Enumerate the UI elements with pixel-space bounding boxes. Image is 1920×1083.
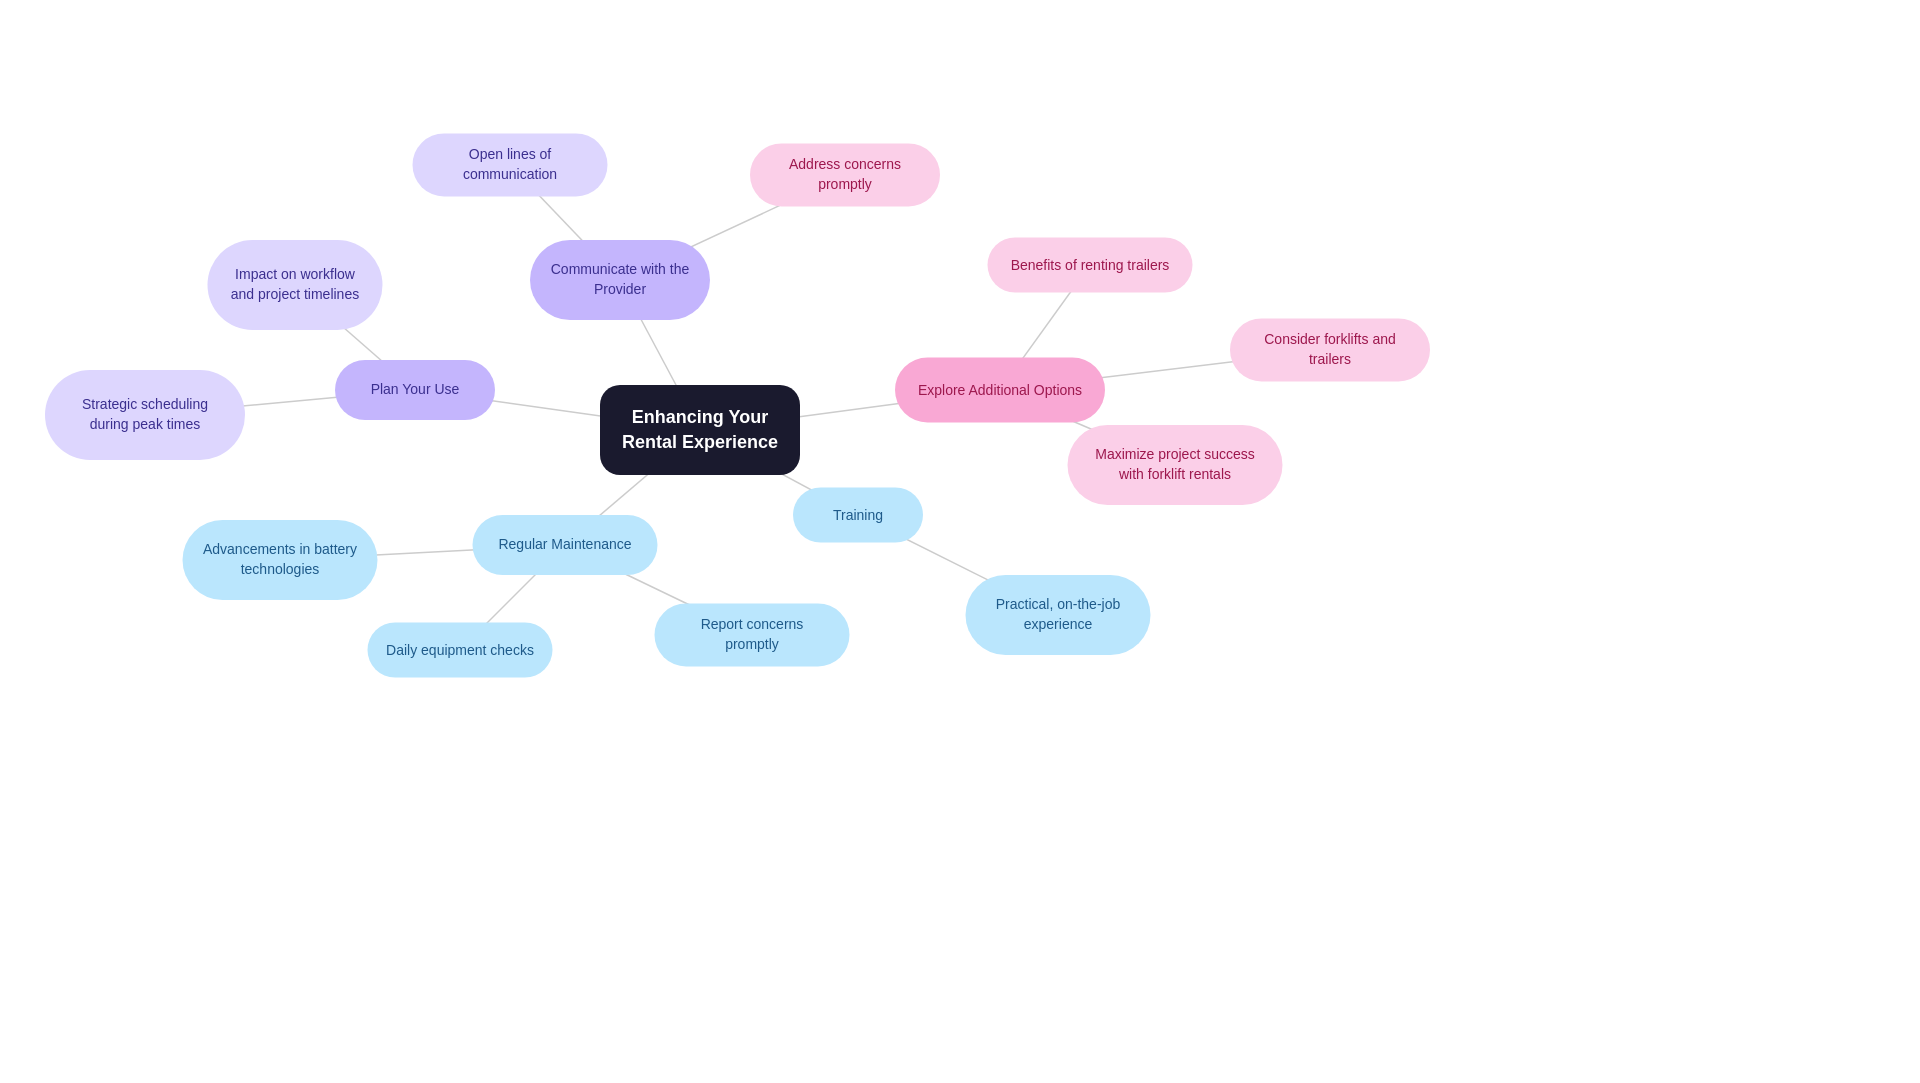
mindmap-container: Enhancing Your Rental Experience Plan You…: [0, 0, 1920, 1083]
node-label-strategic_scheduling: Strategic scheduling during peak times: [63, 395, 227, 434]
node-label-maximize_project: Maximize project success with forklift r…: [1086, 445, 1265, 484]
node-maximize_project[interactable]: Maximize project success with forklift r…: [1068, 425, 1283, 505]
node-daily_equipment[interactable]: Daily equipment checks: [368, 623, 553, 678]
node-advancements_battery[interactable]: Advancements in battery technologies: [183, 520, 378, 600]
node-center[interactable]: Enhancing Your Rental Experience: [600, 385, 800, 475]
node-label-regular_maintenance: Regular Maintenance: [498, 535, 631, 555]
node-label-training: Training: [833, 505, 883, 525]
node-label-open_lines: Open lines of communication: [431, 145, 590, 184]
node-report_concerns[interactable]: Report concerns promptly: [655, 603, 850, 666]
node-address_concerns[interactable]: Address concerns promptly: [750, 143, 940, 206]
node-practical_experience[interactable]: Practical, on-the-job experience: [966, 575, 1151, 655]
node-strategic_scheduling[interactable]: Strategic scheduling during peak times: [45, 370, 245, 460]
node-label-communicate: Communicate with the Provider: [548, 260, 692, 299]
node-label-plan_your_use: Plan Your Use: [371, 380, 460, 400]
node-plan_your_use[interactable]: Plan Your Use: [335, 360, 495, 420]
node-label-daily_equipment: Daily equipment checks: [386, 640, 534, 660]
node-communicate[interactable]: Communicate with the Provider: [530, 240, 710, 320]
node-label-center: Enhancing Your Rental Experience: [618, 405, 782, 455]
node-label-report_concerns: Report concerns promptly: [673, 615, 832, 654]
node-consider_forklifts[interactable]: Consider forklifts and trailers: [1230, 318, 1430, 381]
node-training[interactable]: Training: [793, 488, 923, 543]
node-label-practical_experience: Practical, on-the-job experience: [984, 595, 1133, 634]
node-label-advancements_battery: Advancements in battery technologies: [201, 540, 360, 579]
node-open_lines[interactable]: Open lines of communication: [413, 133, 608, 196]
node-label-address_concerns: Address concerns promptly: [768, 155, 922, 194]
node-label-consider_forklifts: Consider forklifts and trailers: [1248, 330, 1412, 369]
node-label-explore_options: Explore Additional Options: [918, 380, 1082, 400]
node-label-benefits_trailers: Benefits of renting trailers: [1011, 255, 1170, 275]
node-label-impact_workflow: Impact on workflow and project timelines: [226, 265, 365, 304]
node-explore_options[interactable]: Explore Additional Options: [895, 358, 1105, 423]
node-regular_maintenance[interactable]: Regular Maintenance: [473, 515, 658, 575]
node-benefits_trailers[interactable]: Benefits of renting trailers: [988, 238, 1193, 293]
node-impact_workflow[interactable]: Impact on workflow and project timelines: [208, 240, 383, 330]
